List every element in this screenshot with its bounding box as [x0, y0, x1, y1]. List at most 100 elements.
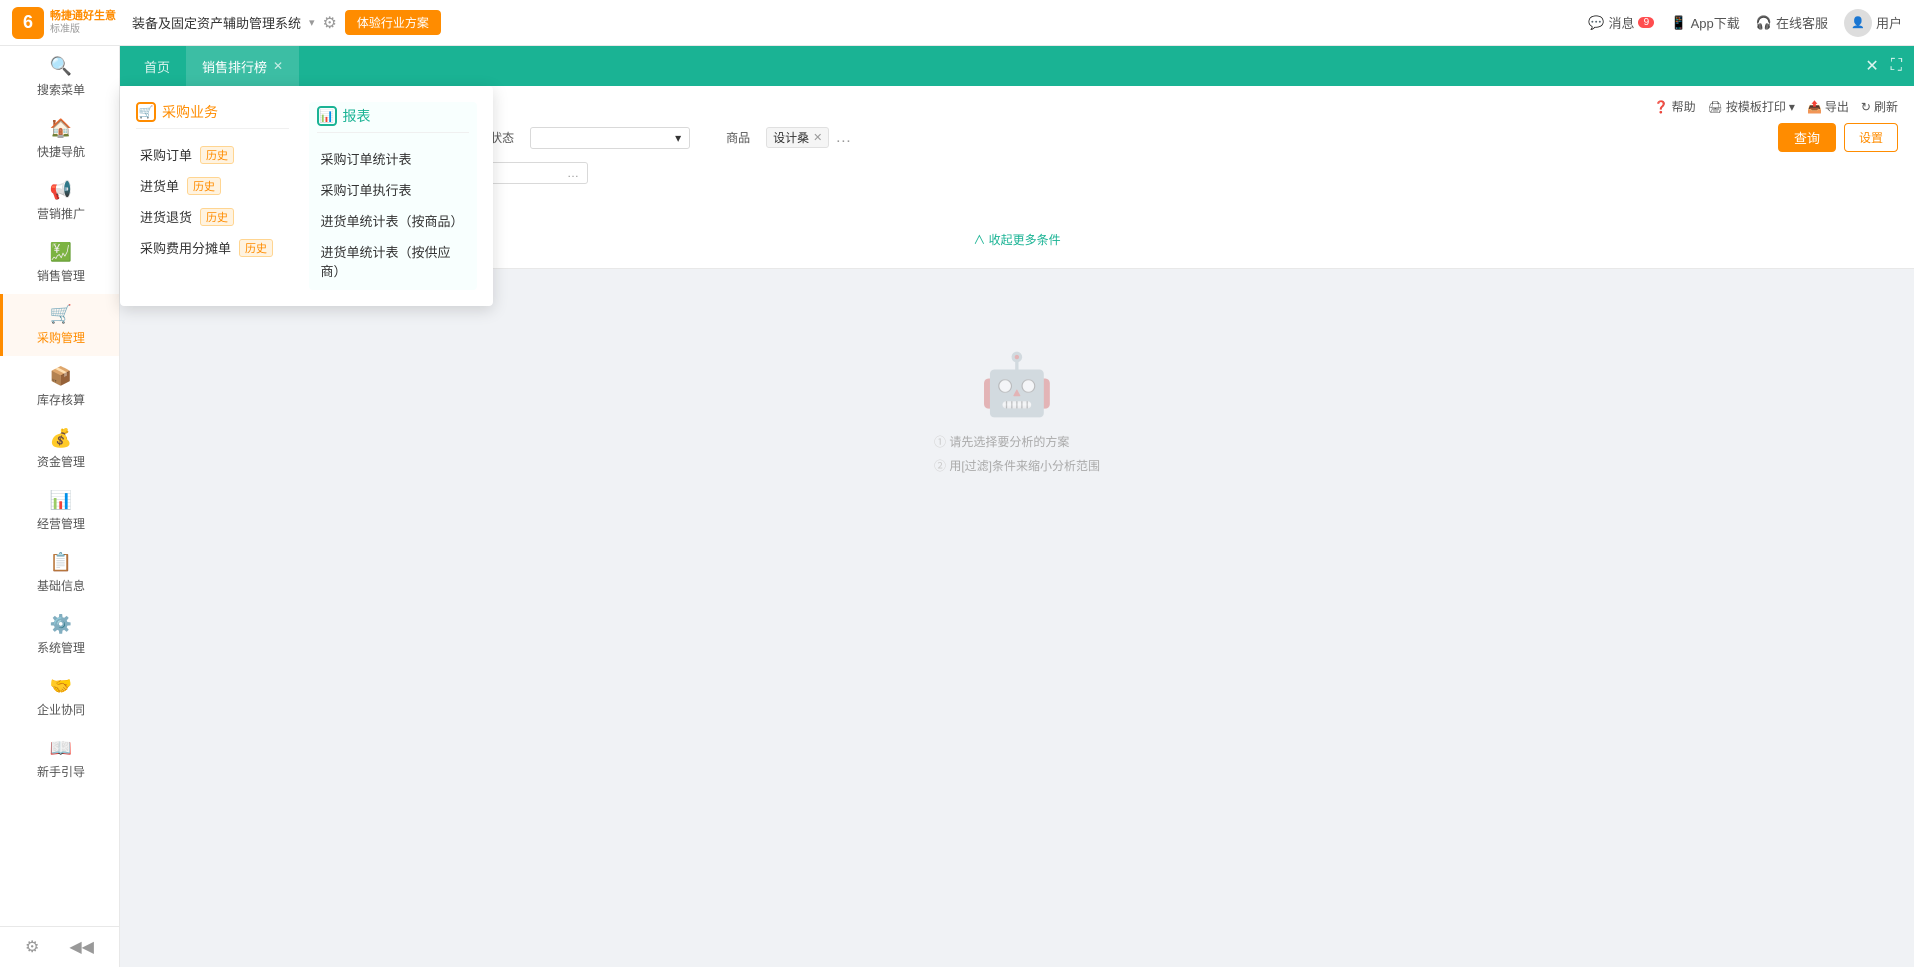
goods-more-icon[interactable]: …	[835, 129, 853, 147]
history-tag-2: 历史	[187, 177, 221, 195]
base-info-icon: 📋	[50, 552, 72, 573]
toolbar-right: ❓ 帮助 🖨 按模板打印 ▾ 📤 导出 ↻ 刷新	[1654, 98, 1898, 115]
print-button[interactable]: 🖨 按模板打印 ▾	[1708, 98, 1795, 115]
system-icon: ⚙️	[50, 614, 72, 635]
home-icon: 🏠	[50, 118, 72, 139]
dropdown-purchase-cost[interactable]: 采购费用分摊单 历史	[136, 232, 289, 263]
report-header: 📊 报表	[317, 106, 470, 133]
purchase-dropdown-menu: 🛒 采购业务 采购订单 历史 进货单 历史 进货退货 历史 采购费用分摊单 历史	[120, 86, 493, 306]
goods-tag: 设计桑 ✕	[766, 127, 829, 148]
tab-home[interactable]: 首页	[128, 46, 186, 86]
purchase-header-title: 采购业务	[162, 102, 218, 122]
sidebar-item-purchase[interactable]: 🛒 采购管理	[0, 294, 119, 356]
sidebar-item-base-info[interactable]: 📋 基础信息	[0, 542, 119, 604]
operations-icon: 📊	[50, 490, 72, 511]
dropdown-purchase-return[interactable]: 进货退货 历史	[136, 201, 289, 232]
empty-tip-2: 用[过滤]条件来缩小分析范围	[934, 454, 1100, 478]
online-service-item[interactable]: 🎧 在线客服	[1756, 13, 1828, 32]
app-download-item[interactable]: 📱 App下载	[1670, 13, 1739, 32]
dropdown-purchase-order[interactable]: 采购订单 历史	[136, 139, 289, 170]
inventory-icon: 📦	[50, 366, 72, 387]
refresh-button[interactable]: ↻ 刷新	[1861, 98, 1898, 115]
sidebar-item-navigation[interactable]: 🏠 快捷导航	[0, 108, 119, 170]
dropdown-purchase-goods[interactable]: 进货单 历史	[136, 170, 289, 201]
print-icon: 🖨	[1708, 100, 1723, 114]
dropdown-report-order-exec[interactable]: 采购订单执行表	[317, 174, 470, 205]
settings-icon[interactable]: ⚙	[323, 13, 337, 33]
message-item[interactable]: 💬 消息 9	[1588, 13, 1654, 32]
user-item[interactable]: 👤 用户	[1844, 9, 1902, 37]
history-tag: 历史	[200, 146, 234, 164]
empty-tip-1: 请先选择要分析的方案	[934, 430, 1100, 454]
refresh-icon: ↻	[1861, 100, 1871, 114]
tabbar-right: ✕ ⛶	[1861, 54, 1906, 78]
dropdown-report-order-stats[interactable]: 采购订单统计表	[317, 143, 470, 174]
dropdown-arrow-icon[interactable]: ▾	[309, 16, 315, 29]
print-dropdown-icon[interactable]: ▾	[1789, 100, 1795, 114]
dropdown-columns: 🛒 采购业务 采购订单 历史 进货单 历史 进货退货 历史 采购费用分摊单 历史	[136, 102, 477, 290]
help-button[interactable]: ❓ 帮助	[1654, 98, 1696, 115]
logo-area: 6 畅捷通好生意 标准版	[12, 7, 132, 39]
sidebar-bottom: ⚙ ◀◀	[0, 926, 119, 967]
logo-icon: 6	[12, 7, 44, 39]
goods-filter-area: 设计桑 ✕ …	[766, 127, 853, 148]
settings-bottom-icon[interactable]: ⚙	[25, 937, 39, 957]
status-select[interactable]: ▾	[530, 127, 690, 149]
tabbar: 首页 销售排行榜 ✕ ✕ ⛶	[120, 46, 1914, 86]
tab-close-icon[interactable]: ✕	[273, 59, 283, 73]
export-button[interactable]: 📤 导出	[1807, 98, 1849, 115]
sidebar-item-marketing[interactable]: 📢 营销推广	[0, 170, 119, 232]
goods-label: 商品	[726, 129, 750, 146]
goods-tag-close-icon[interactable]: ✕	[813, 131, 822, 144]
message-icon: 💬	[1588, 15, 1604, 31]
report-header-title: 报表	[343, 106, 371, 126]
history-tag-4: 历史	[239, 239, 273, 257]
search-icon: 🔍	[50, 56, 72, 77]
query-button[interactable]: 查询	[1778, 123, 1836, 152]
avatar: 👤	[1844, 9, 1872, 37]
system-title: 装备及固定资产辅助管理系统	[132, 13, 301, 32]
sidebar-item-operations[interactable]: 📊 经营管理	[0, 480, 119, 542]
purchase-icon: 🛒	[50, 304, 72, 325]
sidebar-item-sales[interactable]: 💹 销售管理	[0, 232, 119, 294]
history-tag-3: 历史	[200, 208, 234, 226]
topbar-center: 装备及固定资产辅助管理系统 ▾ ⚙ 体验行业方案	[132, 10, 1588, 35]
help-icon: ❓	[1654, 100, 1669, 114]
report-column: 📊 报表 采购订单统计表 采购订单执行表 进货单统计表（按商品） 进货单统计表（…	[309, 102, 478, 290]
marketing-icon: 📢	[50, 180, 72, 201]
collapse-icon: ∧	[973, 233, 985, 247]
sidebar-item-finance[interactable]: 💰 资金管理	[0, 418, 119, 480]
empty-state: 🤖 请先选择要分析的方案 用[过滤]条件来缩小分析范围	[120, 269, 1914, 558]
sidebar-item-system[interactable]: ⚙️ 系统管理	[0, 604, 119, 666]
dropdown-report-supplier-stats[interactable]: 进货单统计表（按供应商）	[317, 236, 470, 286]
status-select-arrow: ▾	[675, 131, 681, 145]
sidebar-item-inventory[interactable]: 📦 库存核算	[0, 356, 119, 418]
set-button[interactable]: 设置	[1844, 123, 1898, 152]
finance-icon: 💰	[50, 428, 72, 449]
report-header-icon: 📊	[317, 106, 337, 126]
sidebar-item-cooperation[interactable]: 🤝 企业协同	[0, 666, 119, 728]
collapse-sidebar-icon[interactable]: ◀◀	[69, 937, 94, 957]
staff-select-dots: …	[567, 166, 579, 180]
cooperation-icon: 🤝	[50, 676, 72, 697]
empty-tips: 请先选择要分析的方案 用[过滤]条件来缩小分析范围	[934, 430, 1100, 478]
query-buttons: 查询 设置	[1778, 123, 1898, 152]
phone-icon: 📱	[1670, 15, 1686, 31]
headset-icon: 🎧	[1756, 15, 1772, 31]
message-badge: 9	[1638, 17, 1654, 28]
tab-sales-ranking[interactable]: 销售排行榜 ✕	[186, 46, 299, 86]
dropdown-report-goods-stats[interactable]: 进货单统计表（按商品）	[317, 205, 470, 236]
topbar: 6 畅捷通好生意 标准版 装备及固定资产辅助管理系统 ▾ ⚙ 体验行业方案 💬 …	[0, 0, 1914, 46]
sales-icon: 💹	[50, 242, 72, 263]
industry-button[interactable]: 体验行业方案	[345, 10, 441, 35]
tab-close-all-icon[interactable]: ✕	[1861, 54, 1882, 78]
sidebar-item-guide[interactable]: 📖 新手引导	[0, 728, 119, 790]
purchase-header: 🛒 采购业务	[136, 102, 289, 129]
sidebar: 🔍 搜索菜单 🏠 快捷导航 📢 营销推广 💹 销售管理 🛒 采购管理 📦 库存核…	[0, 46, 120, 967]
purchase-header-icon: 🛒	[136, 102, 156, 122]
collapse-label: 收起更多条件	[989, 233, 1061, 247]
tab-maximize-icon[interactable]: ⛶	[1887, 55, 1906, 77]
sidebar-item-search[interactable]: 🔍 搜索菜单	[0, 46, 119, 108]
logo-text: 畅捷通好生意 标准版	[50, 9, 116, 36]
export-icon: 📤	[1807, 100, 1822, 114]
